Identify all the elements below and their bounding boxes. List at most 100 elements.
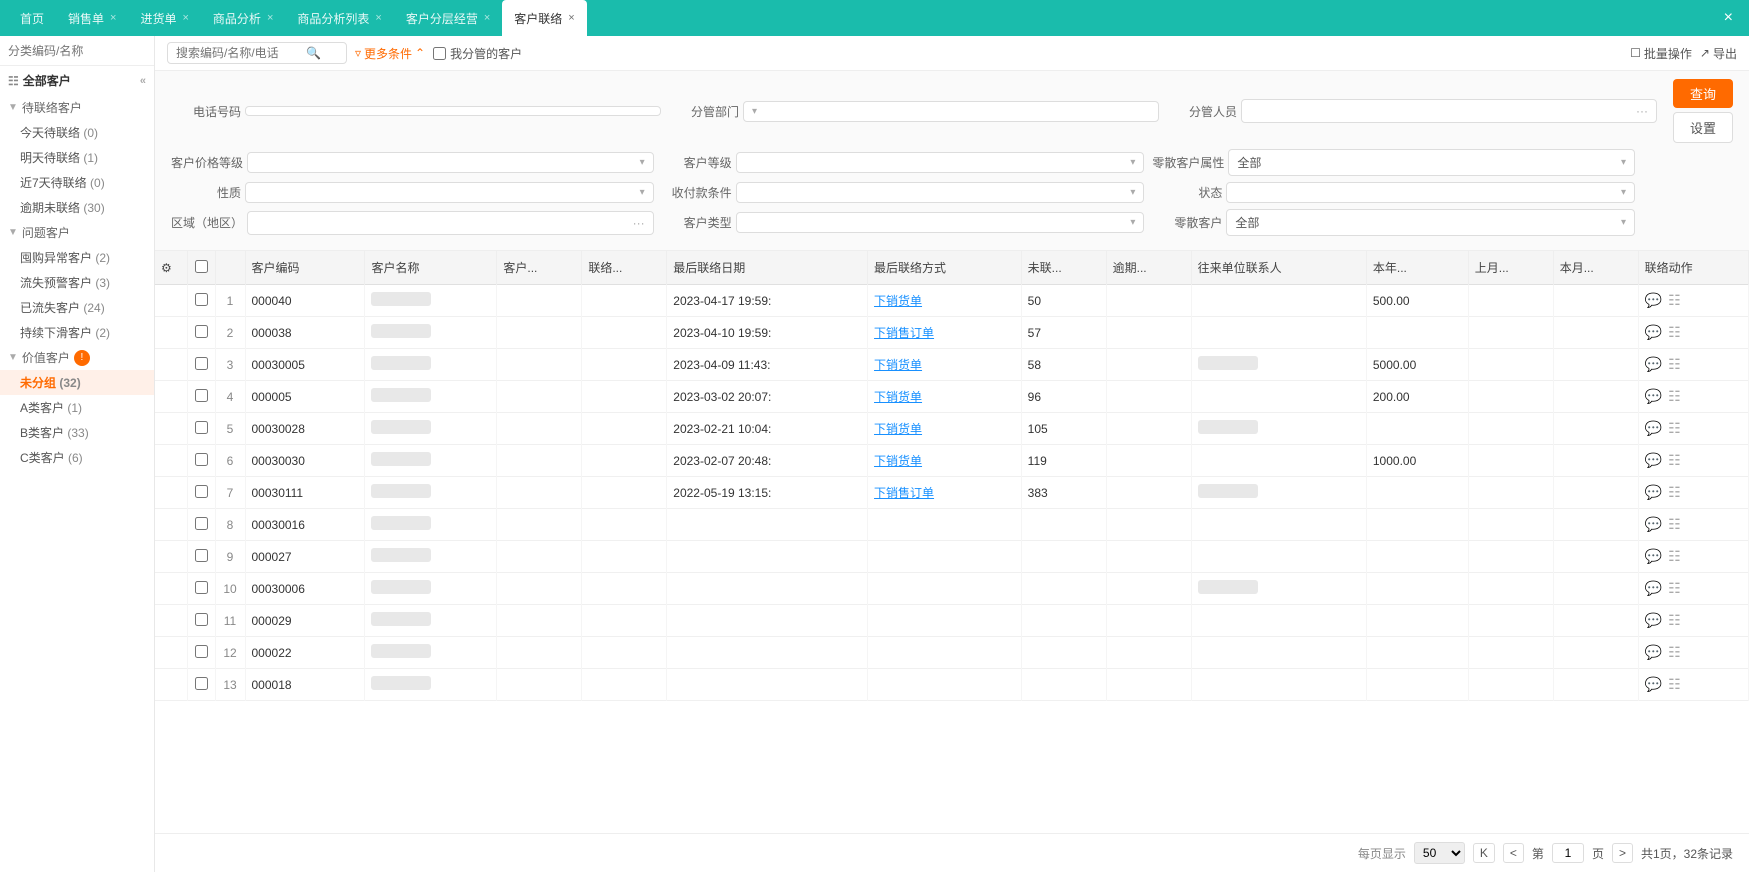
grid-action-icon[interactable]: ☷ (1668, 676, 1681, 693)
chat-icon[interactable]: 💬 (1645, 388, 1662, 405)
sidebar-section-value[interactable]: ▼ 价值客户 ! (0, 345, 154, 370)
row-checkbox[interactable] (195, 453, 208, 466)
chat-icon[interactable]: 💬 (1645, 452, 1662, 469)
sidebar-search-input[interactable] (8, 44, 155, 58)
row-checkbox[interactable] (195, 293, 208, 306)
row-checkbox[interactable] (195, 485, 208, 498)
search-input[interactable] (176, 46, 306, 60)
my-customer-checkbox[interactable] (433, 47, 446, 60)
sidebar-item-loss-warning[interactable]: 流失预警客户 (3) (0, 270, 154, 295)
status-input[interactable]: ▾ (1226, 182, 1635, 203)
grid-action-icon[interactable]: ☷ (1668, 292, 1681, 309)
retail-customer-input[interactable]: 全部 ▾ (1226, 209, 1635, 236)
grid-action-icon[interactable]: ☷ (1668, 452, 1681, 469)
chat-icon[interactable]: 💬 (1645, 484, 1662, 501)
sidebar-item-tomorrow-pending[interactable]: 明天待联络 (1) (0, 145, 154, 170)
last-method-link[interactable]: 下销售订单 (874, 486, 934, 500)
reset-button[interactable]: 设置 (1673, 112, 1733, 143)
chat-icon[interactable]: 💬 (1645, 292, 1662, 309)
row-checkbox[interactable] (195, 677, 208, 690)
chat-icon[interactable]: 💬 (1645, 516, 1662, 533)
grid-action-icon[interactable]: ☷ (1668, 516, 1681, 533)
pay-term-input[interactable]: ▾ (736, 182, 1145, 203)
sidebar-item-overdue[interactable]: 逾期未联络 (30) (0, 195, 154, 220)
select-all-checkbox[interactable] (195, 260, 208, 273)
row-checkbox[interactable] (195, 613, 208, 626)
tab-customer-segment-close[interactable]: × (484, 12, 490, 24)
dept-input[interactable]: ▾ (743, 101, 1159, 122)
last-method-link[interactable]: 下销货单 (874, 294, 922, 308)
chat-icon[interactable]: 💬 (1645, 580, 1662, 597)
tab-home[interactable]: 首页 (8, 0, 56, 36)
chat-icon[interactable]: 💬 (1645, 324, 1662, 341)
page-number-input[interactable] (1552, 843, 1584, 863)
tab-product-analysis-close[interactable]: × (267, 12, 273, 24)
batch-op-btn[interactable]: ☐ 批量操作 (1630, 45, 1692, 62)
row-checkbox[interactable] (195, 325, 208, 338)
grid-action-icon[interactable]: ☷ (1668, 612, 1681, 629)
retail-attr-input[interactable]: 全部 ▾ (1228, 149, 1635, 176)
export-btn[interactable]: ↗ 导出 (1700, 45, 1737, 62)
sidebar-item-class-a[interactable]: A类客户 (1) (0, 395, 154, 420)
grid-action-icon[interactable]: ☷ (1668, 580, 1681, 597)
sidebar-item-today-pending[interactable]: 今天待联络 (0) (0, 120, 154, 145)
row-checkbox[interactable] (195, 645, 208, 658)
settings-icon[interactable]: ⚙ (161, 261, 172, 275)
prev-page-btn[interactable]: < (1503, 843, 1524, 863)
sidebar-item-lost[interactable]: 已流失客户 (24) (0, 295, 154, 320)
row-checkbox[interactable] (195, 421, 208, 434)
sidebar-item-class-c[interactable]: C类客户 (6) (0, 445, 154, 470)
last-method-link[interactable]: 下销售订单 (874, 326, 934, 340)
sidebar-item-hoard-abnormal[interactable]: 囤购异常客户 (2) (0, 245, 154, 270)
tab-customer-contact-close[interactable]: × (568, 12, 574, 24)
level-input[interactable]: ▾ (736, 152, 1145, 173)
phone-input[interactable] (245, 106, 661, 116)
chat-icon[interactable]: 💬 (1645, 676, 1662, 693)
grid-action-icon[interactable]: ☷ (1668, 420, 1681, 437)
tab-customer-contact[interactable]: 客户联络 × (502, 0, 586, 36)
page-size-select[interactable]: 50 100 200 (1414, 842, 1465, 864)
chat-icon[interactable]: 💬 (1645, 356, 1662, 373)
grid-action-icon[interactable]: ☷ (1668, 324, 1681, 341)
sidebar-collapse-icon[interactable]: « (140, 75, 146, 87)
grid-action-icon[interactable]: ☷ (1668, 644, 1681, 661)
tab-product-list[interactable]: 商品分析列表 × (285, 0, 393, 36)
grid-action-icon[interactable]: ☷ (1668, 548, 1681, 565)
tab-product-list-close[interactable]: × (375, 12, 381, 24)
row-checkbox[interactable] (195, 389, 208, 402)
last-method-link[interactable]: 下销货单 (874, 454, 922, 468)
chat-icon[interactable]: 💬 (1645, 644, 1662, 661)
first-page-btn[interactable]: K (1473, 843, 1495, 863)
sidebar-item-ungroup[interactable]: 未分组 (32) (0, 370, 154, 395)
tab-purchase-close[interactable]: × (182, 12, 188, 24)
region-input[interactable]: ··· (247, 211, 654, 235)
next-page-btn[interactable]: > (1612, 843, 1633, 863)
row-checkbox[interactable] (195, 357, 208, 370)
last-method-link[interactable]: 下销货单 (874, 422, 922, 436)
search-button[interactable]: 查询 (1673, 79, 1733, 108)
tab-sales-close[interactable]: × (110, 12, 116, 24)
sidebar-section-pending[interactable]: ▼ 待联络客户 (0, 95, 154, 120)
search-icon[interactable]: 🔍 (306, 46, 321, 60)
grid-action-icon[interactable]: ☷ (1668, 388, 1681, 405)
grid-action-icon[interactable]: ☷ (1668, 356, 1681, 373)
row-checkbox[interactable] (195, 517, 208, 530)
sidebar-section-problem[interactable]: ▼ 问题客户 (0, 220, 154, 245)
tab-sales[interactable]: 销售单 × (56, 0, 128, 36)
grid-action-icon[interactable]: ☷ (1668, 484, 1681, 501)
last-method-link[interactable]: 下销货单 (874, 390, 922, 404)
sidebar-item-class-b[interactable]: B类客户 (33) (0, 420, 154, 445)
chat-icon[interactable]: 💬 (1645, 548, 1662, 565)
tab-product-analysis[interactable]: 商品分析 × (201, 0, 285, 36)
close-all-tabs[interactable]: × (1716, 9, 1741, 27)
sidebar-item-declining[interactable]: 持续下滑客户 (2) (0, 320, 154, 345)
more-conditions-btn[interactable]: ▿ 更多条件 ⌃ (355, 45, 425, 62)
price-level-input[interactable]: ▾ (247, 152, 654, 173)
type-input[interactable]: ▾ (736, 212, 1145, 233)
last-method-link[interactable]: 下销货单 (874, 358, 922, 372)
sidebar-all-customers[interactable]: ☷ 全部客户 « (0, 66, 154, 95)
nature-input[interactable]: ▾ (245, 182, 654, 203)
tab-customer-segment[interactable]: 客户分层经营 × (394, 0, 502, 36)
person-input[interactable]: ··· (1241, 99, 1657, 123)
sidebar-item-7day-pending[interactable]: 近7天待联络 (0) (0, 170, 154, 195)
